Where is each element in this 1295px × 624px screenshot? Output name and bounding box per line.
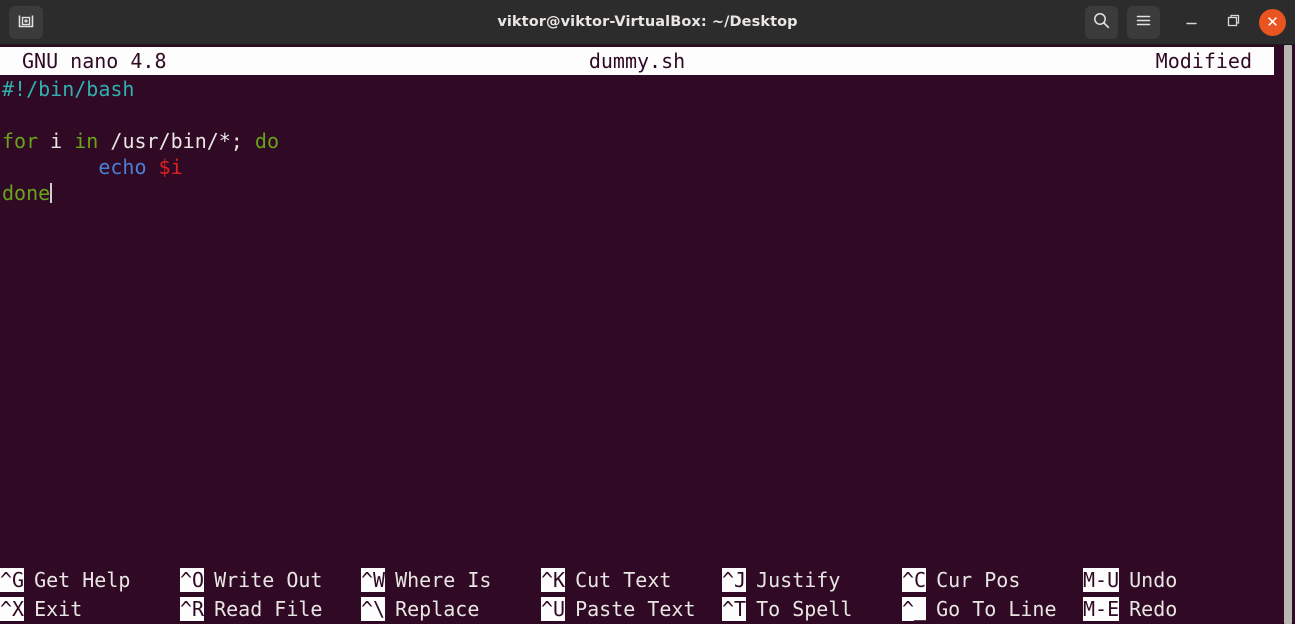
maximize-icon	[1224, 11, 1243, 34]
shortcut-key: ^C	[902, 568, 927, 592]
code-token: echo	[98, 155, 147, 179]
shortcut-cut-text[interactable]: ^K Cut Text	[541, 566, 671, 595]
nano-modified-indicator: Modified	[1155, 49, 1252, 73]
shortcut-row-2: ^X Exit ^R Read File ^\ Replace ^U Paste Text ^T…	[0, 595, 1274, 624]
shortcut-key: ^K	[541, 568, 566, 592]
nano-filename: dummy.sh	[588, 49, 686, 73]
shortcut-to-spell[interactable]: ^T To Spell	[722, 595, 852, 624]
code-token: do	[254, 129, 279, 153]
shortcut-exit[interactable]: ^X Exit	[0, 595, 82, 624]
shortcut-label: Cut Text	[575, 568, 672, 592]
shortcut-key: ^G	[0, 568, 25, 592]
minimize-icon	[1182, 11, 1201, 34]
shortcut-key: ^U	[541, 597, 566, 621]
shortcut-key: ^X	[0, 597, 25, 621]
nano-title-bar: GNU nano 4.8 dummy.sh Modified	[0, 47, 1274, 75]
nano-text-buffer[interactable]: #!/bin/bash for i in /usr/bin/*; do echo …	[2, 76, 1272, 206]
shortcut-key: ^O	[180, 568, 205, 592]
shortcut-justify[interactable]: ^J Justify	[722, 566, 840, 595]
shortcut-read-file[interactable]: ^R Read File	[180, 595, 322, 624]
hamburger-menu-icon	[1134, 11, 1153, 34]
shortcut-key: M-E	[1083, 597, 1120, 621]
shortcut-cur-pos[interactable]: ^C Cur Pos	[902, 566, 1020, 595]
shortcut-label: Replace	[395, 597, 480, 621]
shortcut-label: To Spell	[756, 597, 853, 621]
shortcut-key: ^J	[722, 568, 747, 592]
shortcut-key: ^R	[180, 597, 205, 621]
shortcut-write-out[interactable]: ^O Write Out	[180, 566, 322, 595]
text-cursor	[50, 183, 53, 203]
menu-button[interactable]	[1127, 6, 1160, 39]
code-token: /usr/bin/*;	[98, 129, 243, 153]
shortcut-undo[interactable]: M-U Undo	[1083, 566, 1177, 595]
search-icon	[1092, 11, 1111, 34]
code-token: #!/bin/bash	[2, 77, 135, 101]
shortcut-go-to-line[interactable]: ^_ Go To Line	[902, 595, 1057, 624]
code-line: for i in /usr/bin/*; do	[2, 128, 1272, 154]
shortcut-label: Justify	[756, 568, 841, 592]
shortcut-replace[interactable]: ^\ Replace	[361, 595, 479, 624]
maximize-button[interactable]	[1217, 6, 1250, 39]
shortcut-paste-text[interactable]: ^U Paste Text	[541, 595, 696, 624]
code-token: i	[50, 129, 63, 153]
shortcut-label: Undo	[1129, 568, 1178, 592]
scrollbar-thumb[interactable]	[1284, 45, 1292, 624]
nano-shortcut-bar: ^G Get Help ^O Write Out ^W Where Is ^K Cut Tex…	[0, 566, 1274, 624]
shortcut-key: M-U	[1083, 568, 1120, 592]
shortcut-key: ^T	[722, 597, 747, 621]
shortcut-label: Paste Text	[575, 597, 696, 621]
shortcut-label: Redo	[1129, 597, 1178, 621]
search-button[interactable]	[1085, 6, 1118, 39]
code-token: $i	[158, 155, 183, 179]
code-line: done	[2, 180, 1272, 206]
shortcut-key: ^W	[361, 568, 386, 592]
shortcut-get-help[interactable]: ^G Get Help	[0, 566, 130, 595]
minimize-button[interactable]	[1175, 6, 1208, 39]
shortcut-label: Get Help	[34, 568, 131, 592]
code-token: for	[2, 129, 39, 153]
shortcut-label: Go To Line	[936, 597, 1057, 621]
code-token: done	[2, 181, 51, 205]
close-icon: ✕	[1266, 13, 1279, 31]
window-titlebar: viktor@viktor-VirtualBox: ~/Desktop ✕	[0, 0, 1295, 45]
shortcut-label: Cur Pos	[936, 568, 1021, 592]
terminal-scrollbar[interactable]	[1284, 45, 1292, 624]
shortcut-row-1: ^G Get Help ^O Write Out ^W Where Is ^K Cut Tex…	[0, 566, 1274, 595]
terminal-window: viktor@viktor-VirtualBox: ~/Desktop ✕ GN…	[0, 0, 1295, 624]
shortcut-where-is[interactable]: ^W Where Is	[361, 566, 491, 595]
close-button[interactable]: ✕	[1259, 9, 1286, 36]
shortcut-label: Read File	[214, 597, 323, 621]
shortcut-label: Write Out	[214, 568, 323, 592]
shortcut-key: ^_	[902, 597, 927, 621]
nano-editor[interactable]: GNU nano 4.8 dummy.sh Modified #!/bin/ba…	[0, 45, 1295, 624]
shortcut-redo[interactable]: M-E Redo	[1083, 595, 1177, 624]
shortcut-label: Exit	[34, 597, 83, 621]
code-token: in	[74, 129, 99, 153]
code-line: echo $i	[2, 154, 1272, 180]
code-line: #!/bin/bash	[2, 76, 1272, 102]
shortcut-key: ^\	[361, 597, 386, 621]
shortcut-label: Where Is	[395, 568, 492, 592]
